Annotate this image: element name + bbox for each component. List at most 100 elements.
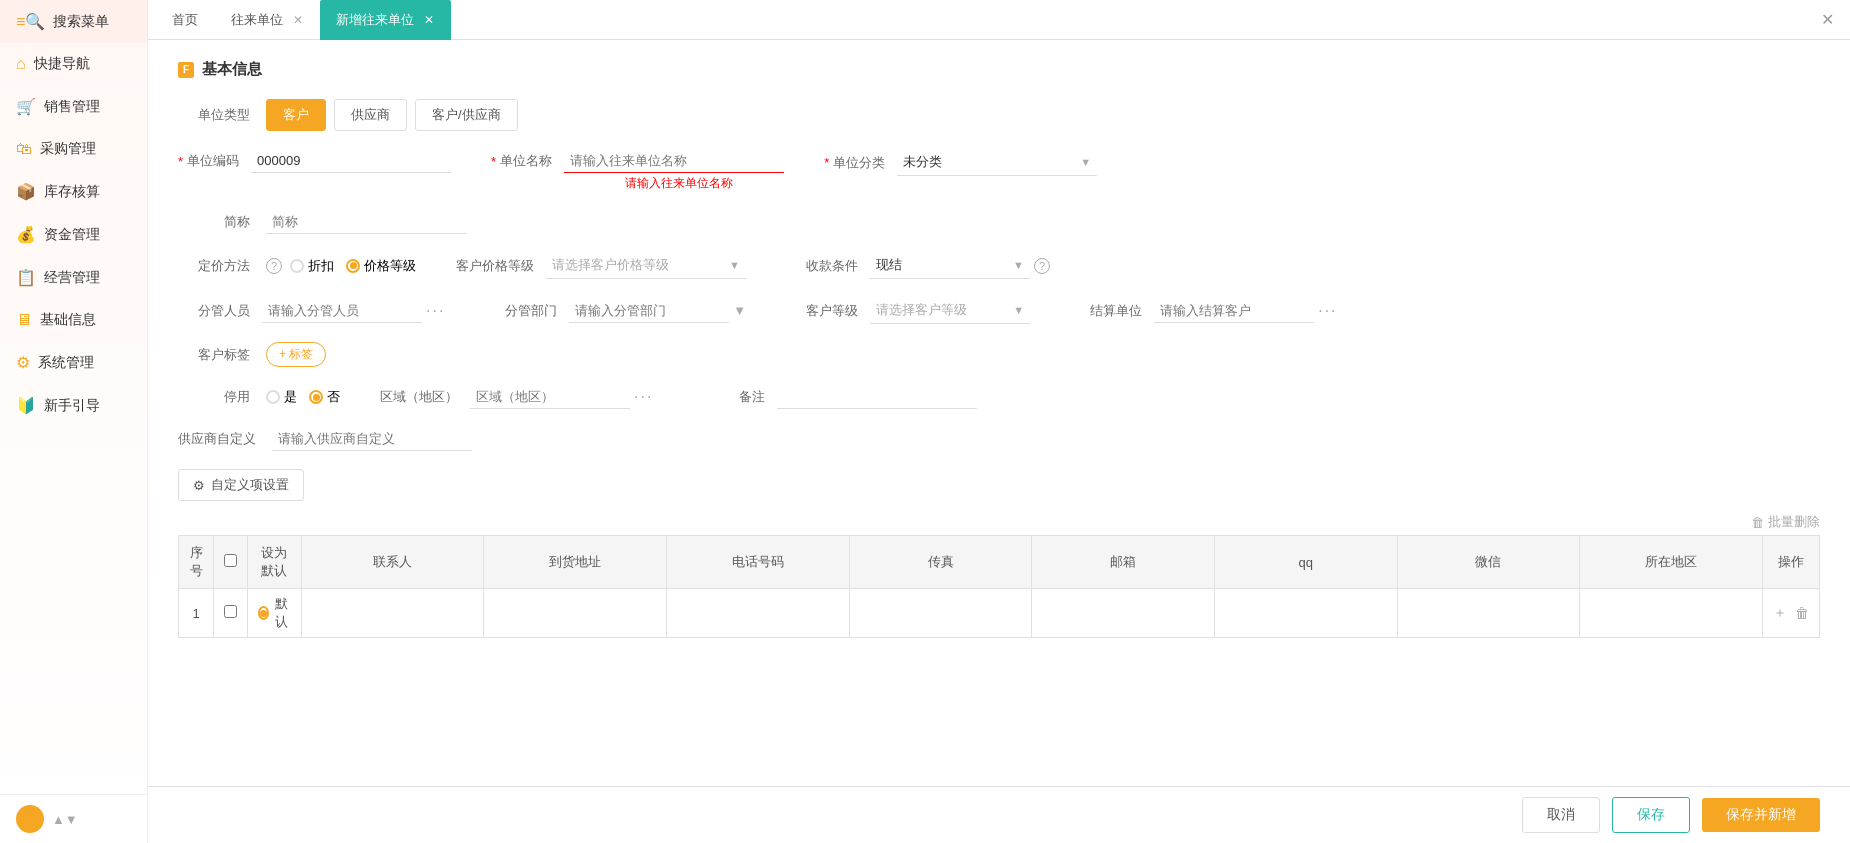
batch-delete-icon: 🗑 [1751,515,1764,530]
table-row: 1 默认 [179,589,1820,638]
region-input[interactable] [470,385,630,409]
settings-gear-icon: ⚙ [193,478,205,493]
row-fax [849,589,1032,638]
sidebar-item-sales[interactable]: 🛒 销售管理 [0,85,147,128]
sidebar-label-inventory: 库存核算 [44,183,100,201]
radio-price-level-circle [346,259,360,273]
row-address-input[interactable] [494,602,656,625]
radio-discount-label: 折扣 [308,257,334,275]
tab-new-partner[interactable]: 新增往来单位 ✕ [320,0,451,40]
tab-partners-close[interactable]: ✕ [293,13,303,27]
sidebar-item-finance[interactable]: 💰 资金管理 [0,213,147,256]
row-phone-input[interactable] [677,602,839,625]
tab-home[interactable]: 首页 [156,0,215,40]
row-fax-input[interactable] [860,602,1022,625]
department-input[interactable] [569,299,729,323]
sidebar-item-basic-info[interactable]: 🖥 基础信息 [0,299,147,341]
sidebar-item-operations[interactable]: 📋 经营管理 [0,256,147,299]
abbr-row: 简称 [178,210,1820,234]
pricing-method-label: 定价方法 [178,257,258,275]
unit-type-row: 单位类型 客户 供应商 客户/供应商 [178,99,1820,131]
btn-both[interactable]: 客户/供应商 [415,99,518,131]
radio-no[interactable]: 否 [309,388,340,406]
payment-terms-label: 收款条件 [786,257,866,275]
form-footer: 取消 保存 保存并新增 [148,786,1850,843]
tab-new-partner-close[interactable]: ✕ [424,13,434,27]
region-more-btn[interactable]: ··· [634,388,653,406]
sidebar-item-purchase[interactable]: 🛍 采购管理 [0,128,147,170]
payment-terms-value: 现结 [876,256,1009,274]
customer-level-select[interactable]: 请选择客户等级 ▼ [870,297,1030,324]
add-tag-button[interactable]: + 标签 [266,342,326,367]
form-content: F 基本信息 单位类型 客户 供应商 客户/供应商 * 单位编码 * 单位名称 [148,40,1850,786]
unit-code-label: 单位编码 [187,152,247,170]
row-wechat-input[interactable] [1408,602,1570,625]
row-select-checkbox[interactable] [224,605,237,618]
finance-icon: 💰 [16,225,36,244]
row-email-input[interactable] [1042,602,1204,625]
department-label: 分管部门 [485,302,565,320]
pricing-help-icon[interactable]: ? [266,258,282,274]
select-all-checkbox[interactable] [224,554,237,567]
row-add-btn[interactable]: ＋ [1773,604,1787,622]
abbr-input[interactable] [266,210,466,234]
row-region-input[interactable] [1590,602,1752,625]
radio-discount[interactable]: 折扣 [290,257,334,275]
row-qq [1214,589,1397,638]
col-default: 设为默认 [248,536,302,589]
row-default-radio[interactable] [258,606,269,620]
row-contact-input[interactable] [312,602,474,625]
radio-yes[interactable]: 是 [266,388,297,406]
search-icon: ≡🔍 [16,12,45,31]
customer-price-level-select[interactable]: 请选择客户价格等级 ▼ [546,252,746,279]
sidebar-label-system: 系统管理 [38,354,94,372]
cancel-button[interactable]: 取消 [1522,797,1600,833]
tab-partners[interactable]: 往来单位 ✕ [215,0,320,40]
settlement-unit-label: 结算单位 [1070,302,1150,320]
batch-delete-label[interactable]: 批量删除 [1768,513,1820,531]
row-phone [667,589,850,638]
row-delete-btn[interactable]: 🗑 [1795,605,1809,621]
supplier-custom-input[interactable] [272,427,472,451]
notes-input[interactable] [777,385,977,409]
customer-tag-label: 客户标签 [178,346,258,364]
unit-name-input[interactable] [564,149,784,173]
sidebar-item-system[interactable]: ⚙ 系统管理 [0,341,147,384]
radio-price-level-dot [350,262,357,269]
btn-supplier[interactable]: 供应商 [334,99,407,131]
sidebar-item-quick-nav[interactable]: ⌂ 快捷导航 [0,43,147,85]
sidebar-bottom-icon: ▲▼ [52,812,78,827]
save-button[interactable]: 保存 [1612,797,1690,833]
payment-terms-arrow: ▼ [1013,259,1024,271]
radio-price-level[interactable]: 价格等级 [346,257,416,275]
sidebar-label-quick-nav: 快捷导航 [34,55,90,73]
manager-label: 分管人员 [178,302,258,320]
sidebar-item-inventory[interactable]: 📦 库存核算 [0,170,147,213]
row-default-label: 默认 [273,595,291,631]
row-region [1580,589,1763,638]
home-icon: ⌂ [16,55,26,73]
sidebar-item-search[interactable]: ≡🔍 搜索菜单 [0,0,147,43]
unit-code-input[interactable] [251,149,451,173]
manager-input[interactable] [262,299,422,323]
unit-category-select[interactable]: 未分类 ▼ [897,149,1097,176]
contacts-table: 序号 设为默认 联系人 到货地址 电话号码 传真 邮箱 qq 微信 所在地区 操… [178,535,1820,638]
col-wechat: 微信 [1397,536,1580,589]
settlement-more-btn[interactable]: ··· [1318,302,1337,320]
radio-discount-circle [290,259,304,273]
col-phone: 电话号码 [667,536,850,589]
row-qq-input[interactable] [1225,602,1387,625]
system-icon: ⚙ [16,353,30,372]
sidebar-item-beginner[interactable]: 🔰 新手引导 [0,384,147,427]
customer-level-arrow: ▼ [1013,304,1024,316]
window-close-button[interactable]: ✕ [1813,10,1842,29]
payment-terms-select[interactable]: 现结 ▼ [870,252,1030,279]
payment-terms-help-icon[interactable]: ? [1034,258,1050,274]
radio-no-dot [313,394,320,401]
btn-customer[interactable]: 客户 [266,99,326,131]
manager-more-btn[interactable]: ··· [426,302,445,320]
custom-settings-button[interactable]: ⚙ 自定义项设置 [178,469,304,501]
save-and-new-button[interactable]: 保存并新增 [1702,798,1820,832]
sidebar-label-search: 搜索菜单 [53,13,109,31]
settlement-unit-input[interactable] [1154,299,1314,323]
